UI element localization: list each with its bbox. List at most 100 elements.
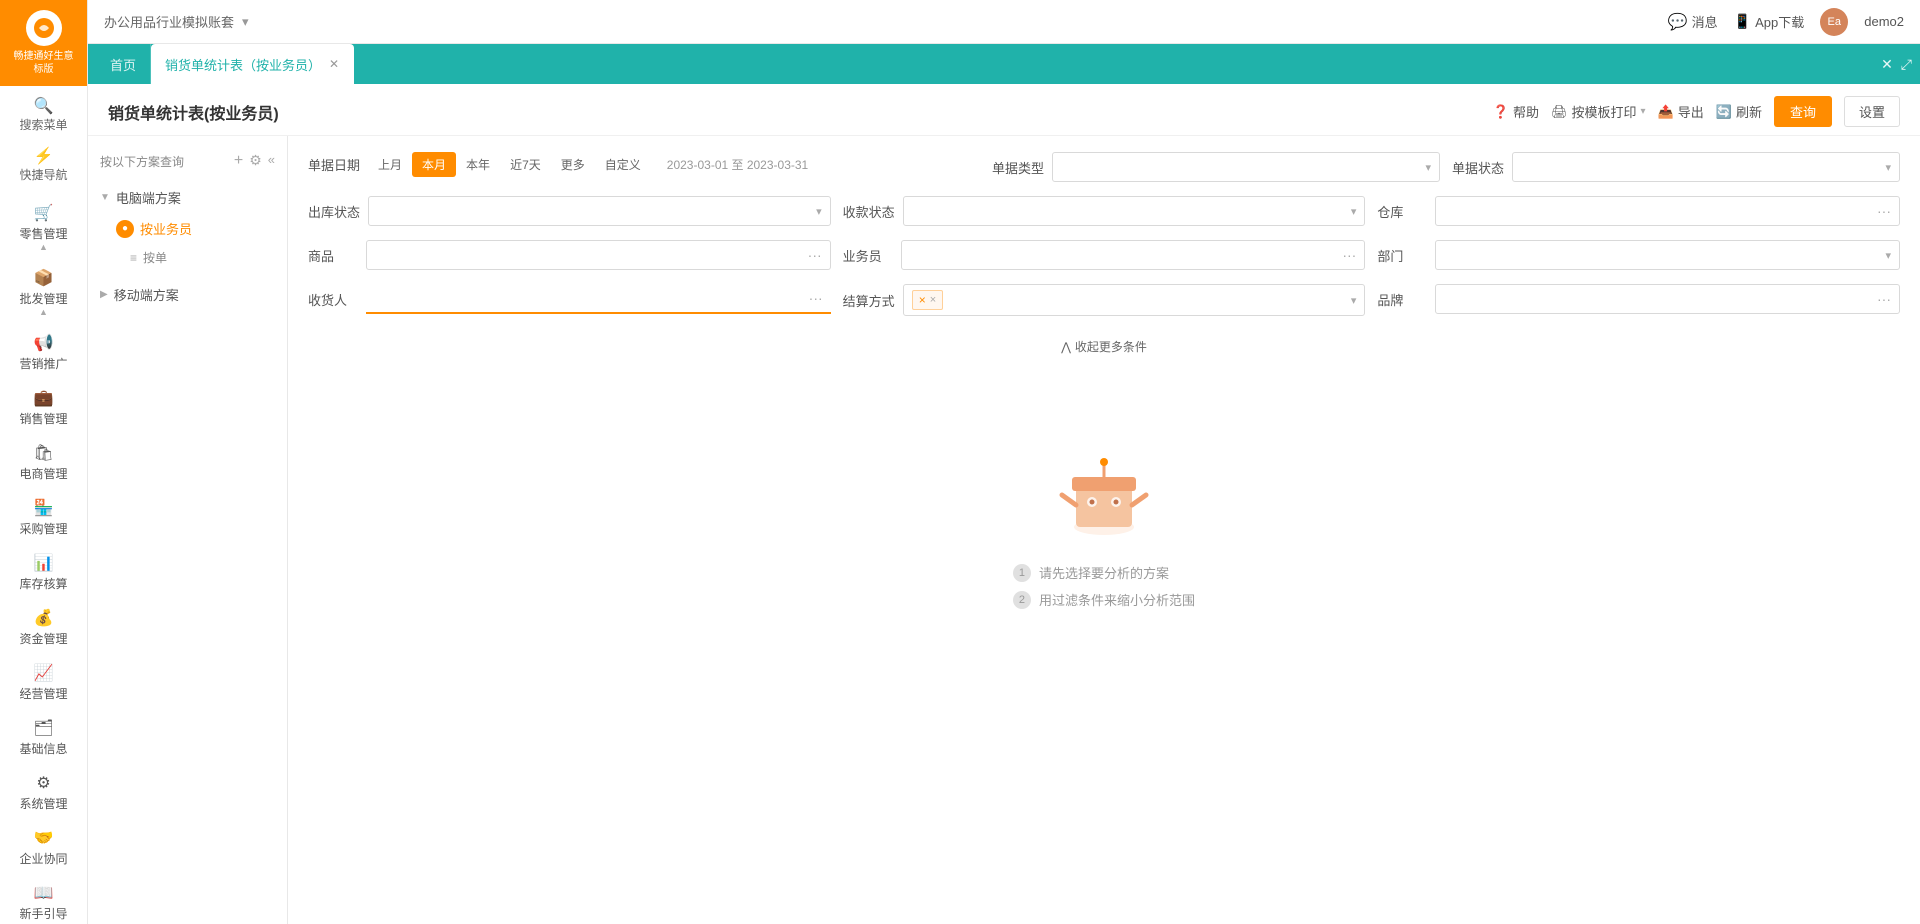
app-download-label: App下载	[1755, 12, 1804, 31]
desktop-scheme-parent[interactable]: ▼ 电脑端方案	[88, 182, 287, 213]
date-filter-label: 单据日期	[308, 155, 360, 174]
refresh-btn[interactable]: 🔄 刷新	[1716, 102, 1762, 121]
header-left: 办公用品行业模拟账套 ▾	[104, 12, 249, 31]
filter-item-doc-status: 单据状态 ▾	[1452, 152, 1900, 182]
retail-icon: 🛒	[34, 203, 54, 223]
filter-item-consignee: 收货人 ···	[308, 284, 831, 314]
add-scheme-icon[interactable]: +	[234, 152, 243, 170]
system-icon: ⚙	[36, 773, 50, 793]
breadcrumb-dropdown-icon[interactable]: ▾	[242, 14, 249, 30]
sidebar-search[interactable]: 🔍 搜索菜单	[14, 86, 72, 138]
warehouse-control[interactable]: ···	[1435, 196, 1900, 226]
user-avatar[interactable]: Ea	[1820, 8, 1848, 36]
main-area: 办公用品行业模拟账套 ▾ 💬 消息 📱 App下载 Ea demo2 首页 销货…	[88, 0, 1920, 924]
empty-state-icon	[1054, 447, 1154, 547]
brand-label: 品牌	[1377, 290, 1427, 309]
cooperation-icon: 🤝	[34, 828, 54, 848]
collapse-panel-icon[interactable]: «	[268, 152, 275, 170]
brand-control[interactable]: ···	[1435, 284, 1900, 314]
staff-control[interactable]: ···	[901, 240, 1366, 270]
logo-icon	[26, 10, 62, 46]
date-btn-this-month[interactable]: 本月	[412, 152, 456, 177]
tab-home[interactable]: 首页	[96, 44, 151, 84]
receipt-status-control[interactable]: ▾	[903, 196, 1366, 226]
sidebar-item-finance[interactable]: 💰 资金管理	[0, 600, 87, 655]
mobile-scheme-parent[interactable]: ▶ 移动端方案	[88, 279, 287, 310]
dept-control[interactable]: ▾	[1435, 240, 1900, 270]
warehouse-dots-icon[interactable]: ···	[1877, 203, 1891, 219]
query-button[interactable]: 查询	[1774, 96, 1832, 127]
empty-state: 1 请先选择要分析的方案 2 用过滤条件来缩小分析范围	[308, 367, 1900, 689]
date-filter-buttons: 上月 本月 本年 近7天 更多 自定义	[368, 152, 651, 177]
goods-dots-icon[interactable]: ···	[808, 247, 822, 263]
date-btn-last-month[interactable]: 上月	[368, 152, 412, 177]
date-btn-this-year[interactable]: 本年	[456, 152, 500, 177]
quick-nav[interactable]: ⚡ 快捷导航	[14, 138, 72, 187]
sidebar-item-ecommerce[interactable]: 🛍 电商管理	[0, 435, 87, 490]
doc-type-dropdown-icon: ▾	[1425, 161, 1431, 174]
dept-dropdown-icon: ▾	[1885, 249, 1891, 262]
settle-tag-close[interactable]: ×	[930, 294, 936, 306]
marketing-icon: 📢	[34, 333, 54, 353]
goods-control[interactable]: ···	[366, 240, 831, 270]
tab-sales-stat[interactable]: 销货单统计表（按业务员） ✕	[151, 44, 354, 84]
hint-num-2: 2	[1013, 591, 1031, 609]
message-btn[interactable]: 💬 消息	[1668, 12, 1718, 32]
doc-status-dropdown-icon: ▾	[1885, 161, 1891, 174]
settle-control[interactable]: × × ▾	[903, 284, 1366, 316]
sidebar-item-inventory[interactable]: 📊 库存核算	[0, 545, 87, 600]
sidebar-item-system[interactable]: ⚙ 系统管理	[0, 765, 87, 820]
date-btn-custom[interactable]: 自定义	[595, 152, 651, 177]
refresh-icon: 🔄	[1716, 104, 1732, 120]
tab-close-window-icon[interactable]: ✕	[1881, 56, 1893, 73]
receipt-status-dropdown-icon: ▾	[1351, 205, 1357, 218]
staff-dots-icon[interactable]: ···	[1342, 247, 1356, 263]
print-btn[interactable]: 🖨 按模板打印 ▾	[1551, 102, 1646, 121]
page-title-bar: 销货单统计表(按业务员) ❓ 帮助 🖨 按模板打印 ▾ 📤 导出	[88, 84, 1920, 136]
sidebar-item-purchase[interactable]: 🏪 采购管理	[0, 490, 87, 545]
filter-row-3: 商品 ··· 业务员 ···	[308, 240, 1900, 270]
top-header: 办公用品行业模拟账套 ▾ 💬 消息 📱 App下载 Ea demo2	[88, 0, 1920, 44]
tab-expand-icon[interactable]: ⤢	[1901, 56, 1912, 73]
app-download-btn[interactable]: 📱 App下载	[1734, 12, 1805, 31]
scheme-sub-by-order[interactable]: ≡ 按单	[88, 244, 287, 271]
doc-status-control[interactable]: ▾	[1512, 152, 1900, 182]
sidebar-item-wholesale[interactable]: 📦 批发管理 ▲	[0, 260, 87, 325]
user-name[interactable]: demo2	[1864, 14, 1904, 29]
date-btn-last-7[interactable]: 近7天	[500, 152, 551, 177]
export-icon: 📤	[1658, 104, 1674, 120]
tab-close-icon[interactable]: ✕	[329, 57, 339, 71]
empty-hints: 1 请先选择要分析的方案 2 用过滤条件来缩小分析范围	[1013, 563, 1195, 609]
collapse-bar[interactable]: ⋀ 收起更多条件	[308, 330, 1900, 367]
empty-hint-2: 2 用过滤条件来缩小分析范围	[1013, 590, 1195, 609]
sidebar-logo[interactable]: 畅捷通好生意 标版	[0, 0, 88, 86]
sidebar-item-marketing[interactable]: 📢 营销推广	[0, 325, 87, 380]
consignee-control[interactable]: ···	[366, 284, 831, 314]
filter-item-staff: 业务员 ···	[843, 240, 1366, 270]
sidebar-item-cooperation[interactable]: 🤝 企业协同	[0, 820, 87, 875]
by-order-label: 按单	[143, 249, 167, 266]
collapse-arrow-icon: ⋀	[1061, 340, 1071, 354]
mobile-expand-icon: ▶	[100, 289, 108, 300]
consignee-dots-icon[interactable]: ···	[809, 290, 823, 306]
desktop-scheme-section: ▼ 电脑端方案 ● 按业务员 ≡ 按单	[88, 178, 287, 275]
sidebar-item-sales[interactable]: 💼 销售管理	[0, 380, 87, 435]
brand-dots-icon[interactable]: ···	[1877, 291, 1891, 307]
sidebar-item-retail[interactable]: 🛒 零售管理 ▲	[0, 195, 87, 260]
home-tab-label: 首页	[110, 55, 136, 74]
scheme-settings-icon[interactable]: ⚙	[249, 152, 262, 170]
sidebar-item-operations[interactable]: 📈 经营管理	[0, 655, 87, 710]
scheme-child-by-staff[interactable]: ● 按业务员	[88, 213, 287, 244]
sidebar-item-basics[interactable]: 🗂 基础信息	[0, 710, 87, 765]
date-btn-more[interactable]: 更多	[551, 152, 595, 177]
doc-type-control[interactable]: ▾	[1052, 152, 1440, 182]
left-panel-icons: + ⚙ «	[234, 152, 275, 170]
help-btn[interactable]: ❓ 帮助	[1493, 102, 1539, 121]
settings-button[interactable]: 设置	[1844, 96, 1900, 127]
breadcrumb-text[interactable]: 办公用品行业模拟账套	[104, 12, 234, 31]
export-btn[interactable]: 📤 导出	[1658, 102, 1704, 121]
desktop-scheme-label: 电脑端方案	[116, 188, 181, 207]
sidebar-item-guide[interactable]: 📖 新手引导	[0, 875, 87, 924]
out-status-control[interactable]: ▾	[368, 196, 831, 226]
by-staff-icon: ●	[116, 220, 134, 238]
